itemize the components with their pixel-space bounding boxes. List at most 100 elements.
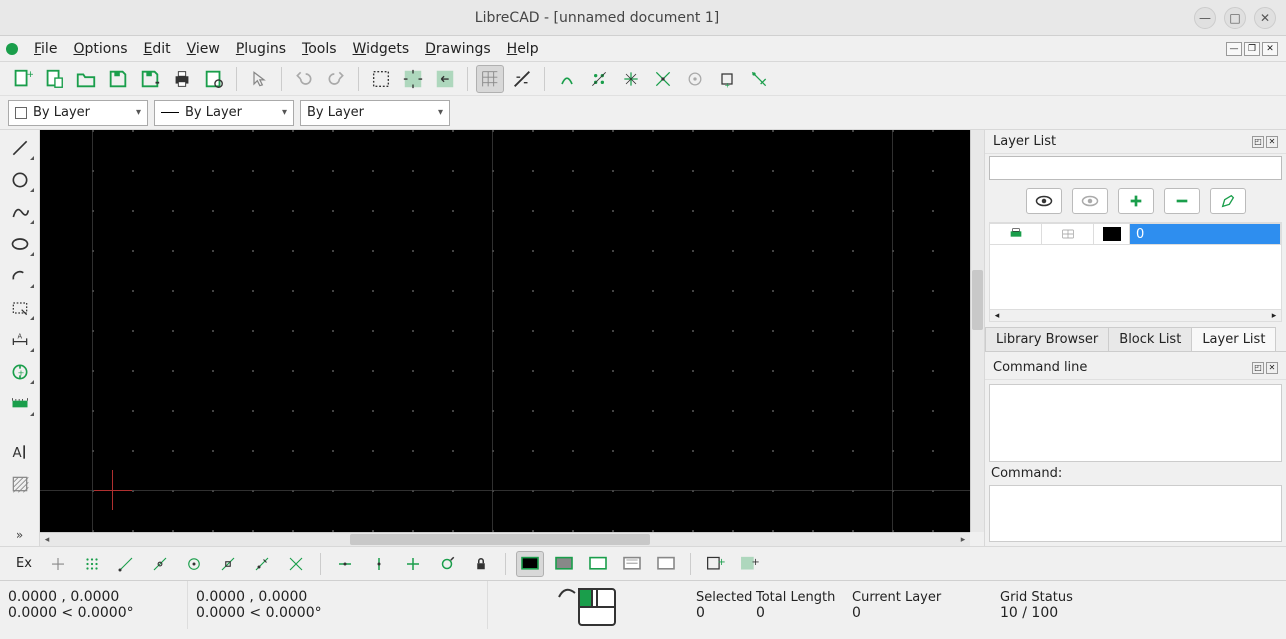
mdi-minimize-button[interactable]: — — [1226, 42, 1242, 56]
restrict-vertical-button[interactable] — [365, 551, 393, 577]
menu-widgets[interactable]: Widgets — [345, 39, 418, 59]
dimension-tool[interactable]: A — [7, 328, 33, 352]
bg-black-button[interactable] — [516, 551, 544, 577]
panel-close-button[interactable]: ✕ — [1266, 136, 1278, 148]
zoom-auto-button[interactable] — [399, 65, 427, 93]
line-tool[interactable] — [7, 136, 33, 160]
menu-help[interactable]: Help — [499, 39, 547, 59]
mdi-close-button[interactable]: ✕ — [1262, 42, 1278, 56]
info-tool[interactable] — [7, 392, 33, 416]
print-preview-button[interactable] — [200, 65, 228, 93]
drawing-canvas[interactable] — [40, 130, 984, 532]
curve-tool[interactable] — [7, 200, 33, 224]
polyline-tool[interactable] — [7, 264, 33, 288]
panel-close-button[interactable]: ✕ — [1266, 362, 1278, 374]
menu-view[interactable]: View — [179, 39, 228, 59]
layer-filter-input[interactable] — [989, 156, 1282, 180]
menu-drawings[interactable]: Drawings — [417, 39, 499, 59]
snap-middle-button[interactable] — [214, 551, 242, 577]
menu-plugins[interactable]: Plugins — [228, 39, 294, 59]
snap-endpoint-button[interactable] — [112, 551, 140, 577]
ellipse-tool[interactable] — [7, 232, 33, 256]
window-close-button[interactable]: ✕ — [1254, 7, 1276, 29]
layer-hide-all-button[interactable] — [1072, 188, 1108, 214]
print-button[interactable] — [168, 65, 196, 93]
snap-distance-button[interactable] — [745, 65, 773, 93]
snap-endpoint-button[interactable] — [617, 65, 645, 93]
layer-show-all-button[interactable] — [1026, 188, 1062, 214]
snap-free-button[interactable] — [44, 551, 72, 577]
fullscreen-button[interactable] — [652, 551, 680, 577]
snap-center-button[interactable] — [180, 551, 208, 577]
modify-tool[interactable]: + — [7, 360, 33, 384]
mdi-restore-button[interactable]: ❐ — [1244, 42, 1260, 56]
zoom-window-button[interactable] — [367, 65, 395, 93]
pointer-button[interactable] — [245, 65, 273, 93]
menu-options[interactable]: Options — [65, 39, 135, 59]
dropdown-arrow-icon: ▾ — [430, 107, 443, 118]
save-button[interactable] — [104, 65, 132, 93]
undo-button[interactable] — [290, 65, 318, 93]
grid-status-value: 10 / 100 — [1000, 605, 1120, 621]
layer-edit-button[interactable] — [1210, 188, 1246, 214]
command-input[interactable] — [989, 485, 1282, 542]
color-combo[interactable]: By Layer ▾ — [8, 100, 148, 126]
bg-white-button[interactable] — [584, 551, 612, 577]
snap-free-button[interactable] — [553, 65, 581, 93]
select-tool[interactable] — [7, 296, 33, 320]
toolbar-separator — [320, 553, 321, 575]
tab-library-browser[interactable]: Library Browser — [985, 327, 1109, 351]
restrict-orthogonal-button[interactable] — [399, 551, 427, 577]
open-button[interactable] — [72, 65, 100, 93]
new-view-button[interactable]: + — [701, 551, 729, 577]
snap-ex-button[interactable]: Ex — [10, 551, 38, 577]
panel-float-button[interactable]: ◰ — [1252, 136, 1264, 148]
snap-distance-button[interactable] — [248, 551, 276, 577]
tab-block-list[interactable]: Block List — [1108, 327, 1192, 351]
menu-tools[interactable]: Tools — [294, 39, 345, 59]
new-template-button[interactable] — [40, 65, 68, 93]
grid-toggle-button[interactable] — [476, 65, 504, 93]
lock-relative-zero-button[interactable] — [467, 551, 495, 577]
command-history[interactable] — [989, 384, 1282, 462]
snap-intersection-button[interactable] — [649, 65, 677, 93]
menu-edit[interactable]: Edit — [135, 39, 178, 59]
text-tool[interactable]: A — [7, 440, 33, 464]
linewidth-combo[interactable]: By Layer ▾ — [154, 100, 294, 126]
set-view-button[interactable]: + — [735, 551, 763, 577]
snap-center-button[interactable] — [681, 65, 709, 93]
more-tools-button[interactable]: » — [16, 528, 23, 546]
svg-text:+: + — [751, 556, 759, 567]
window-minimize-button[interactable]: — — [1194, 7, 1216, 29]
redo-button[interactable] — [322, 65, 350, 93]
bg-grey-button[interactable] — [550, 551, 578, 577]
snap-middle-button[interactable]: + — [713, 65, 741, 93]
circle-tool[interactable] — [7, 168, 33, 192]
zoom-previous-button[interactable] — [431, 65, 459, 93]
panel-float-button[interactable]: ◰ — [1252, 362, 1264, 374]
snap-on-entity-button[interactable] — [146, 551, 174, 577]
layer-list[interactable]: 0 ◂▸ — [989, 222, 1282, 322]
layer-row[interactable]: 0 — [990, 223, 1281, 245]
snap-intersection-button[interactable] — [282, 551, 310, 577]
save-as-button[interactable] — [136, 65, 164, 93]
canvas-horizontal-scrollbar[interactable]: ◂▸ — [40, 532, 970, 546]
layer-list-scrollbar[interactable]: ◂▸ — [990, 309, 1281, 321]
menu-file[interactable]: File — [26, 39, 65, 59]
layer-name[interactable]: 0 — [1130, 224, 1281, 244]
relative-zero-button[interactable] — [433, 551, 461, 577]
linetype-combo[interactable]: By Layer ▾ — [300, 100, 450, 126]
canvas-vertical-scrollbar[interactable] — [970, 130, 984, 532]
restrict-horizontal-button[interactable] — [331, 551, 359, 577]
layer-remove-button[interactable] — [1164, 188, 1200, 214]
antialiasing-button[interactable] — [618, 551, 646, 577]
snap-grid-button[interactable] — [78, 551, 106, 577]
new-button[interactable]: + — [8, 65, 36, 93]
tab-layer-list[interactable]: Layer List — [1191, 327, 1276, 351]
window-maximize-button[interactable]: □ — [1224, 7, 1246, 29]
hatch-tool[interactable] — [7, 472, 33, 496]
snap-grid-button[interactable] — [585, 65, 613, 93]
layer-add-button[interactable] — [1118, 188, 1154, 214]
draft-mode-button[interactable] — [508, 65, 536, 93]
command-line-titlebar: Command line ◰ ✕ — [985, 356, 1286, 380]
